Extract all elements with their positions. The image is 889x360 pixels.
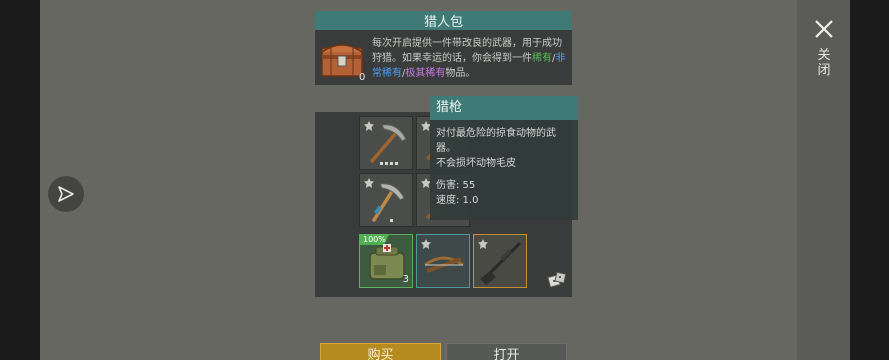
send-arrow-icon [58, 186, 74, 202]
slot-hunting-rifle[interactable] [473, 234, 527, 288]
tooltip-description: 对付最危险的掠食动物的武器。 [436, 128, 556, 154]
desc-part-2: 物品。 [445, 68, 476, 79]
navigate-button[interactable] [48, 176, 84, 212]
open-button[interactable]: 打开 [446, 343, 567, 360]
right-letterbox [850, 0, 889, 360]
owned-count: 0 [359, 72, 366, 83]
item-tooltip: 猎枪 对付最危险的掠食动物的武器。 不会损坏动物毛皮 伤害: 55 速度: 1.… [430, 96, 578, 220]
tooltip-damage: 伤害: 55 [436, 180, 476, 191]
slot-medkit[interactable]: 100% 3 [359, 234, 413, 288]
dice-icon[interactable] [547, 270, 567, 290]
item-count: 3 [402, 274, 409, 285]
rarity-ultra-rare: 极其稀有 [405, 68, 446, 79]
crossbow-icon [424, 256, 464, 273]
tooltip-title: 猎枪 [430, 96, 578, 120]
bundle-title: 猎人包 [315, 11, 572, 30]
buy-button[interactable]: 购买 [320, 343, 441, 360]
upgrade-dots [390, 219, 393, 222]
close-icon [815, 20, 833, 38]
rarity-rare: 稀有 [532, 53, 552, 64]
close-label[interactable]: 关闭 [812, 48, 836, 78]
bundle-description-panel: 0 每次开启提供一件带改良的武器，用于成功狩猎。如果幸运的话，你会得到一件稀有/… [315, 30, 572, 85]
tooltip-note: 不会损坏动物毛皮 [436, 158, 516, 169]
slot-crossbow-3[interactable] [416, 234, 470, 288]
upgrade-dots [380, 162, 398, 165]
left-letterbox [0, 0, 40, 360]
slot-pickaxe-2[interactable] [359, 173, 413, 227]
hunting-rifle-icon [480, 241, 522, 285]
slot-pickaxe[interactable] [359, 116, 413, 170]
tooltip-speed: 速度: 1.0 [436, 195, 479, 206]
close-button[interactable] [811, 16, 837, 42]
pickaxe-icon [372, 183, 405, 222]
bundle-description: 每次开启提供一件带改良的武器，用于成功狩猎。如果幸运的话，你会得到一件稀有/非常… [372, 36, 570, 81]
